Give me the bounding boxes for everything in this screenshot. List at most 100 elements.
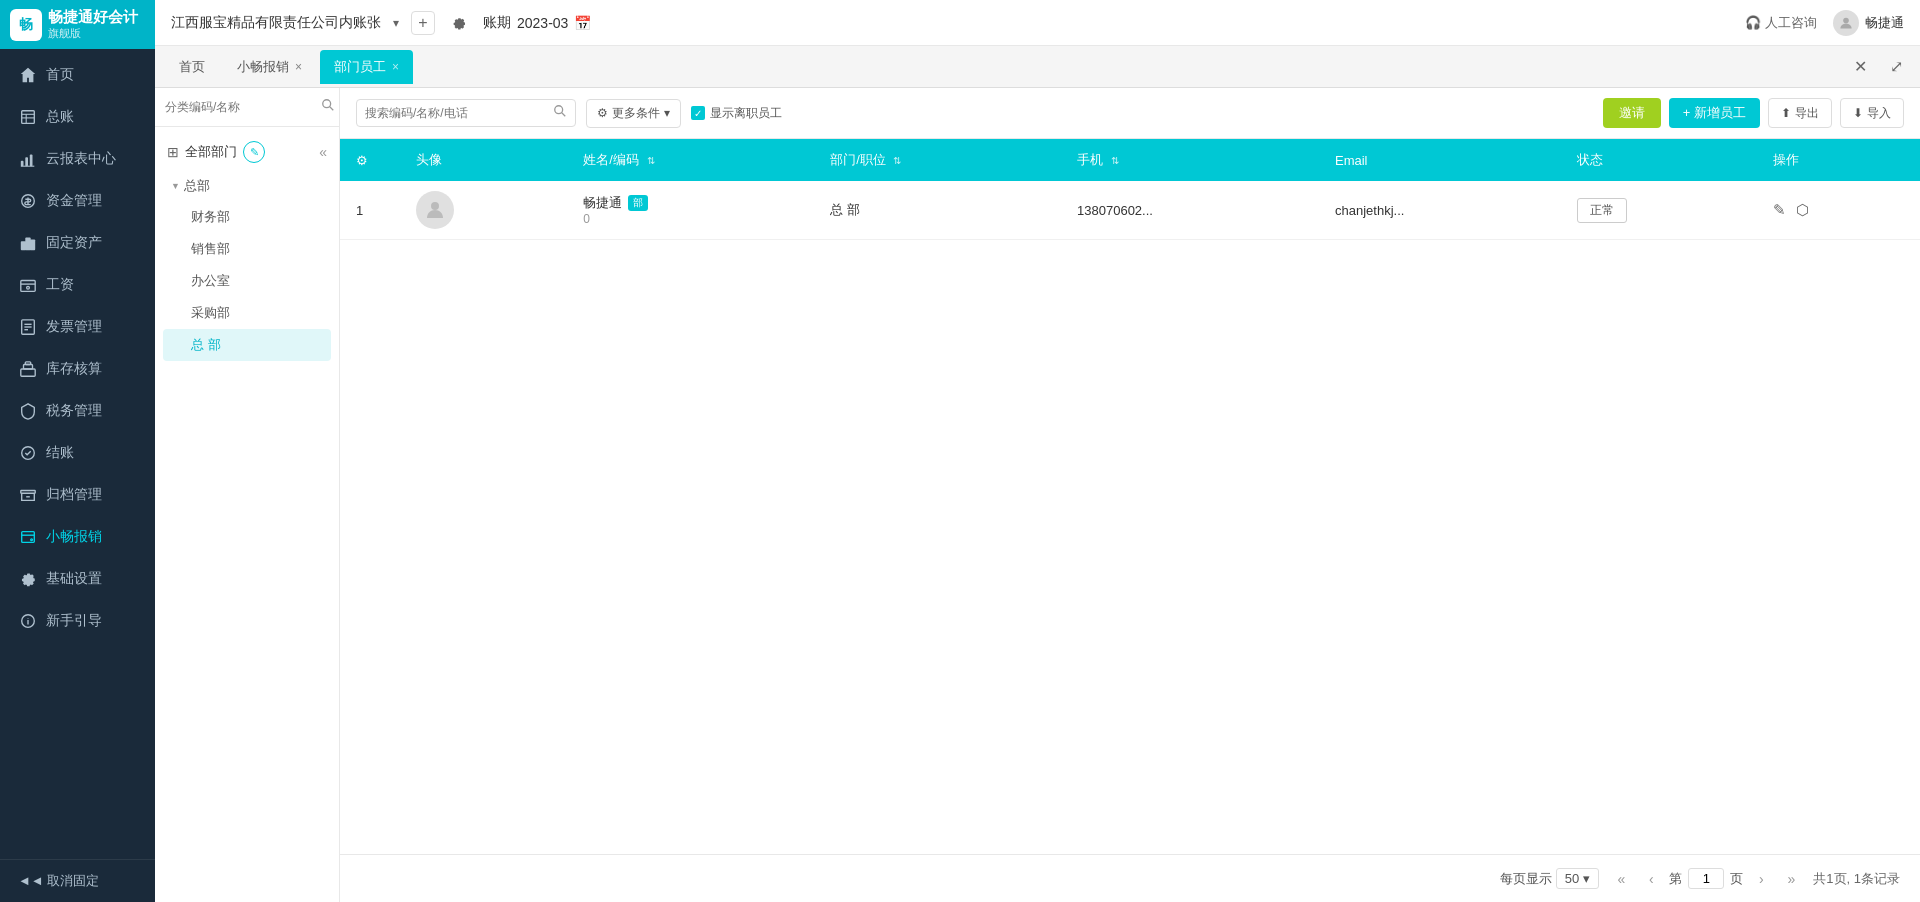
import-label: 导入 — [1867, 105, 1891, 122]
sidebar-item-fund[interactable]: 资金管理 — [0, 180, 155, 222]
col-avatar: 头像 — [400, 139, 567, 181]
logo-icon: 畅 — [10, 9, 42, 41]
emp-search-box — [356, 99, 576, 127]
svg-point-34 — [431, 202, 439, 210]
col-name-code[interactable]: 姓名/编码 ⇅ — [567, 139, 814, 181]
checkout-icon — [18, 443, 38, 463]
sidebar-item-guide[interactable]: 新手引导 — [0, 600, 155, 642]
more-filter-btn[interactable]: ⚙ 更多条件 ▾ — [586, 99, 681, 128]
dept-child-bangong[interactable]: 办公室 — [163, 265, 331, 297]
col-phone[interactable]: 手机 ⇅ — [1061, 139, 1319, 181]
period-value[interactable]: 2023-03 — [517, 15, 568, 31]
tab-dept-emp-close[interactable]: × — [392, 60, 399, 74]
all-dept-item[interactable]: ⊞ 全部部门 ✎ « — [155, 133, 339, 171]
filter-label: 更多条件 — [612, 105, 660, 122]
add-account-btn[interactable]: + — [411, 11, 435, 35]
logout-btn[interactable]: ⬡ — [1796, 201, 1809, 219]
sidebar: 畅 畅捷通好会计 旗舰版 首页 总账 云报表中心 — [0, 0, 155, 902]
dept-parent-zongbu[interactable]: 总部 — [163, 171, 331, 201]
sidebar-label-settings: 基础设置 — [46, 570, 102, 588]
export-icon: ⬆ — [1781, 106, 1791, 120]
calendar-icon[interactable]: 📅 — [574, 15, 591, 31]
tab-xiaochang-label: 小畅报销 — [237, 58, 289, 76]
col-seq: ⚙ — [340, 139, 400, 181]
dept-child-caiwu[interactable]: 财务部 — [163, 201, 331, 233]
dept-search-input[interactable] — [165, 100, 315, 114]
sidebar-item-salary[interactable]: 工资 — [0, 264, 155, 306]
sidebar-label-tax: 税务管理 — [46, 402, 102, 420]
tab-xiaochang-close[interactable]: × — [295, 60, 302, 74]
cell-phone: 138070602... — [1061, 181, 1319, 240]
sidebar-item-xiaochang[interactable]: 小畅报销 — [0, 516, 155, 558]
search-icon[interactable] — [553, 104, 567, 122]
sidebar-item-tax[interactable]: 税务管理 — [0, 390, 155, 432]
action-btns: ✎ ⬡ — [1773, 201, 1904, 219]
col-actions: 操作 — [1757, 139, 1920, 181]
show-resigned-toggle[interactable]: ✓ 显示离职员工 — [691, 105, 782, 122]
user-menu[interactable]: 畅捷通 — [1833, 10, 1904, 36]
company-dropdown-icon[interactable]: ▾ — [393, 16, 399, 30]
sidebar-item-ledger[interactable]: 总账 — [0, 96, 155, 138]
emp-table: ⚙ 头像 姓名/编码 ⇅ 部门/职位 ⇅ — [340, 139, 1920, 240]
consult-label: 人工咨询 — [1765, 14, 1817, 32]
last-page-btn[interactable]: » — [1779, 867, 1803, 891]
sidebar-item-archive[interactable]: 归档管理 — [0, 474, 155, 516]
sidebar-item-reports[interactable]: 云报表中心 — [0, 138, 155, 180]
consult-btn[interactable]: 🎧 人工咨询 — [1745, 14, 1817, 32]
dept-child-caigou[interactable]: 采购部 — [163, 297, 331, 329]
expand-tab-btn[interactable]: ⤢ — [1882, 53, 1910, 81]
logo[interactable]: 畅 畅捷通好会计 旗舰版 — [0, 0, 155, 49]
sidebar-item-assets[interactable]: 固定资产 — [0, 222, 155, 264]
svg-rect-19 — [21, 369, 35, 376]
main-area: 江西服宝精品有限责任公司内账张 ▾ + 账期 2023-03 📅 🎧 人工咨询 … — [155, 0, 1920, 902]
sidebar-item-settings[interactable]: 基础设置 — [0, 558, 155, 600]
next-page-btn[interactable]: › — [1749, 867, 1773, 891]
col-dept[interactable]: 部门/职位 ⇅ — [814, 139, 1061, 181]
edit-btn[interactable]: ✎ — [1773, 201, 1786, 219]
svg-rect-21 — [25, 362, 30, 365]
tab-dept-emp[interactable]: 部门员工 × — [320, 50, 413, 84]
emp-avatar — [416, 191, 454, 229]
cell-actions: ✎ ⬡ — [1757, 181, 1920, 240]
tab-xiaochang[interactable]: 小畅报销 × — [223, 50, 316, 84]
home-icon — [18, 65, 38, 85]
page-input[interactable] — [1688, 868, 1724, 889]
tab-home-label: 首页 — [179, 58, 205, 76]
dept-child-xiaoshou[interactable]: 销售部 — [163, 233, 331, 265]
sidebar-item-invoice[interactable]: 发票管理 — [0, 306, 155, 348]
sidebar-item-inventory[interactable]: 库存核算 — [0, 348, 155, 390]
dept-collapse-btn[interactable]: « — [319, 144, 327, 160]
sidebar-item-home[interactable]: 首页 — [0, 54, 155, 96]
tab-home[interactable]: 首页 — [165, 50, 219, 84]
period-label: 账期 — [483, 14, 511, 32]
dept-search-icon[interactable] — [321, 98, 335, 116]
close-tab-btn[interactable]: ✕ — [1846, 53, 1874, 81]
username-label: 畅捷通 — [1865, 14, 1904, 32]
svg-line-33 — [562, 113, 566, 117]
nav-list: 首页 总账 云报表中心 资金管理 固定资产 — [0, 49, 155, 859]
import-btn[interactable]: ⬇ 导入 — [1840, 98, 1904, 128]
sidebar-label-ledger: 总账 — [46, 108, 74, 126]
first-page-btn[interactable]: « — [1609, 867, 1633, 891]
emp-search-input[interactable] — [365, 106, 547, 120]
dept-child-zongbu[interactable]: 总 部 — [163, 329, 331, 361]
dept-tree: ⊞ 全部部门 ✎ « 总部 财务部 销售部 办公室 采购部 总 部 — [155, 127, 339, 902]
show-resigned-checkbox[interactable]: ✓ — [691, 106, 705, 120]
col-name-code-label: 姓名/编码 — [583, 152, 639, 167]
add-emp-btn[interactable]: + 新增员工 — [1669, 98, 1760, 128]
export-btn[interactable]: ⬆ 导出 — [1768, 98, 1832, 128]
prev-page-btn[interactable]: ‹ — [1639, 867, 1663, 891]
table-settings-icon[interactable]: ⚙ — [356, 153, 368, 168]
topbar-settings-btn[interactable] — [447, 11, 471, 35]
sidebar-item-checkout[interactable]: 结账 — [0, 432, 155, 474]
per-page-arrow: ▾ — [1583, 871, 1590, 886]
unpin-sidebar[interactable]: ◄◄ 取消固定 — [0, 859, 155, 902]
assets-icon — [18, 233, 38, 253]
per-page-dropdown[interactable]: 50 ▾ — [1556, 868, 1599, 889]
page-nav: « ‹ 第 页 › » — [1609, 867, 1803, 891]
salary-icon — [18, 275, 38, 295]
invite-btn[interactable]: 邀请 — [1603, 98, 1661, 128]
dept-edit-btn[interactable]: ✎ — [243, 141, 265, 163]
sidebar-label-assets: 固定资产 — [46, 234, 102, 252]
svg-point-32 — [555, 106, 563, 114]
